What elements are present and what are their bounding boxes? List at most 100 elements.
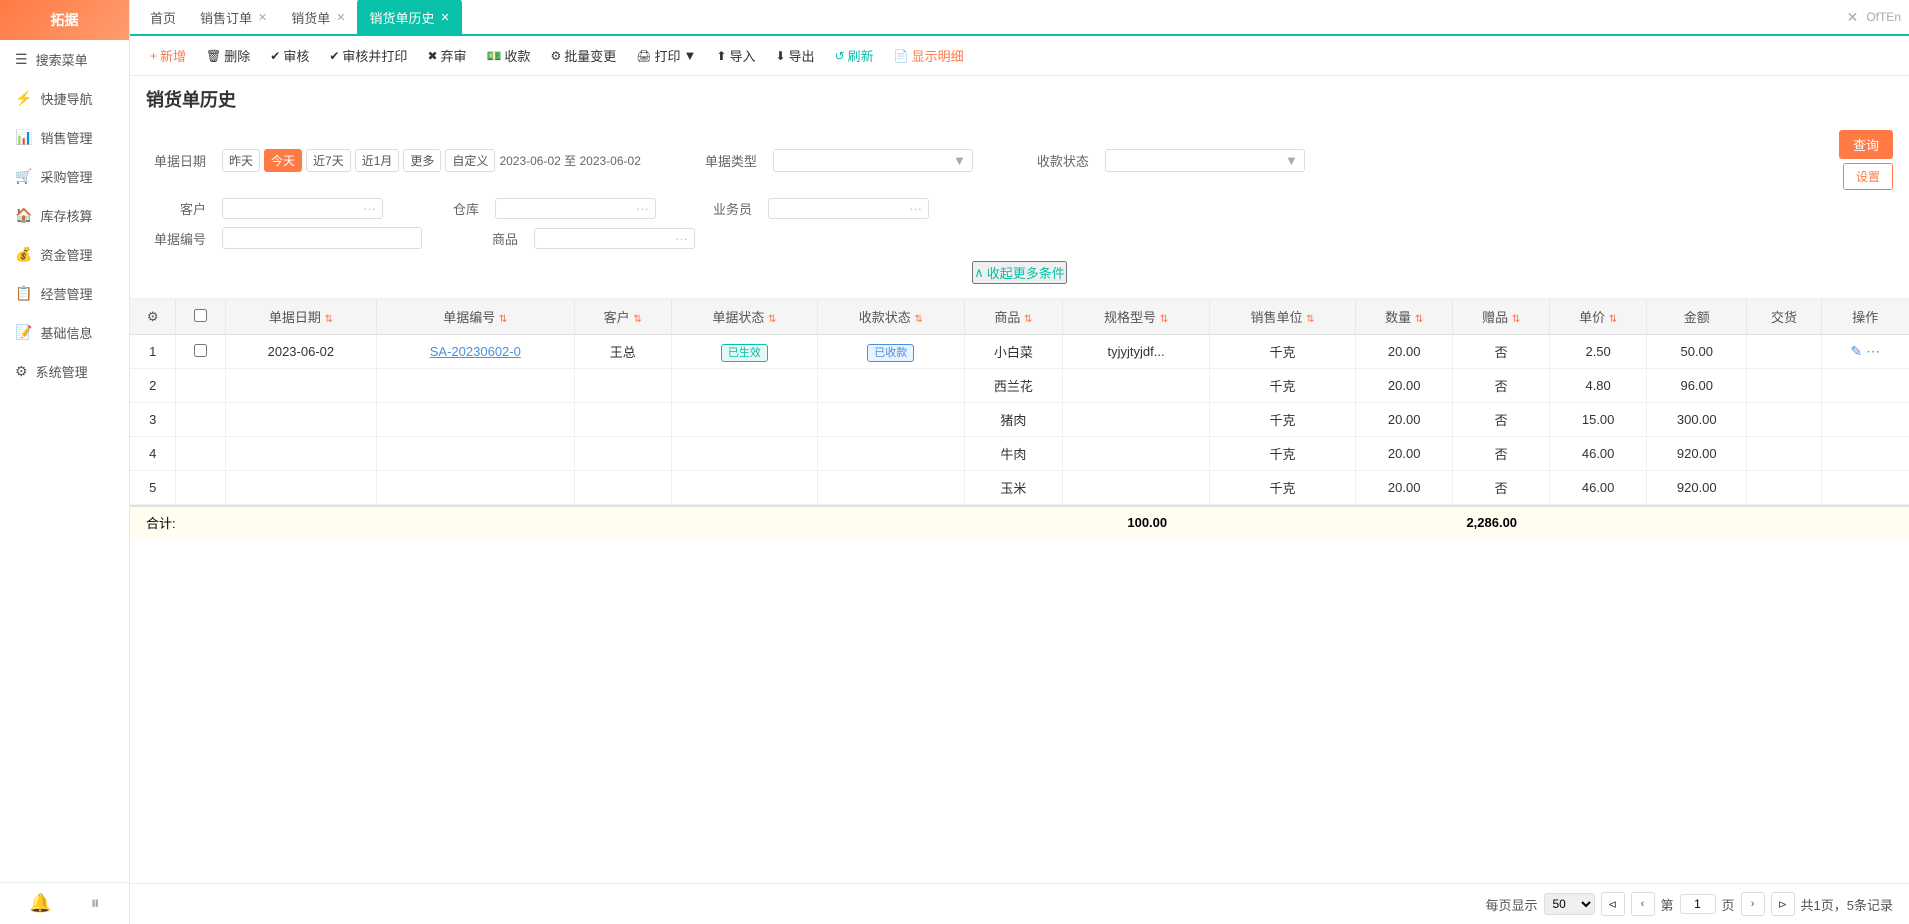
discard-button[interactable]: ✖ 弃审	[419, 42, 474, 69]
doc-status-sort-icon: ⇅	[768, 314, 776, 325]
cell-checkbox[interactable]	[176, 335, 225, 369]
select-all-checkbox[interactable]	[194, 309, 207, 322]
col-unit-label: 销售单位	[1250, 310, 1302, 325]
cell-qty: 20.00	[1356, 471, 1453, 505]
col-unit-price[interactable]: 单价 ⇅	[1550, 299, 1647, 335]
print-button[interactable]: 🖨 打印 ▼	[628, 42, 704, 69]
salesperson-input[interactable]	[775, 202, 905, 216]
notification-icon[interactable]: 🔔	[29, 893, 51, 914]
col-payment-status[interactable]: 收款状态 ⇅	[818, 299, 964, 335]
query-button[interactable]: 查询	[1839, 130, 1893, 159]
col-qty-label: 数量	[1385, 310, 1411, 325]
collapse-button[interactable]: ∧ 收起更多条件	[972, 261, 1067, 284]
review-print-button[interactable]: ✔ 审核并打印	[321, 42, 415, 69]
col-doc-date[interactable]: 单据日期 ⇅	[225, 299, 376, 335]
cell-unit: 千克	[1209, 471, 1355, 505]
tab-sales-delivery-close[interactable]: ✕	[336, 11, 345, 24]
date-btn-7days[interactable]: 近7天	[306, 149, 351, 172]
cell-unit-price: 4.80	[1550, 369, 1647, 403]
cell-checkbox[interactable]	[176, 369, 225, 403]
goods-dots-icon[interactable]: ···	[675, 231, 688, 246]
salesperson-dots-icon[interactable]: ···	[909, 201, 922, 216]
import-button[interactable]: ⬆ 导入	[708, 42, 763, 69]
tab-sales-history-close[interactable]: ✕	[441, 11, 450, 24]
col-goods[interactable]: 商品 ⇅	[964, 299, 1063, 335]
page-size-select[interactable]: 20 50 100	[1544, 893, 1595, 915]
tab-sales-order-close[interactable]: ✕	[258, 11, 267, 24]
col-settings[interactable]: ⚙	[130, 299, 176, 335]
doc-date-sort-icon: ⇅	[324, 314, 332, 325]
tab-sales-delivery[interactable]: 销货单 ✕	[279, 0, 357, 35]
doc-type-select[interactable]: ▼	[773, 149, 973, 172]
next-page-button[interactable]: ›	[1741, 892, 1765, 916]
col-spec-label: 规格型号	[1104, 310, 1156, 325]
collect-button[interactable]: 💵 收款	[479, 42, 539, 69]
col-spec[interactable]: 规格型号 ⇅	[1063, 299, 1209, 335]
review-button[interactable]: ✔ 审核	[262, 42, 317, 69]
pause-icon[interactable]: ⏸	[91, 893, 100, 914]
export-button[interactable]: ⬇ 导出	[767, 42, 822, 69]
batch-change-button[interactable]: ⚙ 批量变更	[542, 42, 624, 69]
sidebar-item-sales-mgmt[interactable]: 📊 销售管理	[0, 118, 129, 157]
show-detail-button[interactable]: 📄 显示明细	[886, 42, 972, 69]
first-page-button[interactable]: ⊲	[1601, 892, 1625, 916]
last-page-button[interactable]: ⊳	[1771, 892, 1795, 916]
warehouse-dots-icon[interactable]: ···	[636, 201, 649, 216]
date-btn-more[interactable]: 更多	[403, 149, 441, 172]
tab-home[interactable]: 首页	[138, 0, 188, 35]
date-btn-1month[interactable]: 近1月	[355, 149, 400, 172]
cell-gift: 否	[1453, 471, 1550, 505]
customer-dots-icon[interactable]: ···	[363, 201, 376, 216]
sidebar-item-quick-nav[interactable]: ⚡ 快捷导航	[0, 79, 129, 118]
col-checkbox[interactable]	[176, 299, 225, 335]
cell-doc-status	[671, 471, 817, 505]
cell-checkbox[interactable]	[176, 471, 225, 505]
refresh-button[interactable]: ↺ 刷新	[827, 42, 882, 69]
sidebar-item-inventory[interactable]: 🏠 库存核算	[0, 196, 129, 235]
sidebar-item-system-mgmt[interactable]: ⚙ 系统管理	[0, 352, 129, 391]
sidebar-item-purchase-mgmt[interactable]: 🛒 采购管理	[0, 157, 129, 196]
more-icon[interactable]: ⋯	[1866, 343, 1880, 359]
cell-checkbox[interactable]	[176, 403, 225, 437]
new-button[interactable]: + 新增	[142, 42, 194, 69]
customer-input[interactable]	[229, 202, 359, 216]
page-size-label: 每页显示	[1485, 895, 1537, 914]
date-btn-custom[interactable]: 自定义	[445, 149, 495, 172]
cell-doc-no	[376, 369, 574, 403]
col-customer[interactable]: 客户 ⇅	[574, 299, 671, 335]
cell-spec	[1063, 471, 1209, 505]
date-btn-yesterday[interactable]: 昨天	[222, 149, 260, 172]
query-area: 查询 设置	[1839, 130, 1893, 190]
tab-sales-history[interactable]: 销货单历史 ✕	[357, 0, 461, 35]
goods-input[interactable]	[541, 231, 671, 245]
doc-no-input[interactable]	[222, 227, 422, 249]
prev-page-button[interactable]: ‹	[1631, 892, 1655, 916]
edit-icon[interactable]: ✎	[1850, 343, 1862, 359]
col-doc-no[interactable]: 单据编号 ⇅	[376, 299, 574, 335]
payment-status-select[interactable]: ▼	[1105, 149, 1305, 172]
sidebar-item-operation[interactable]: 📋 经营管理	[0, 274, 129, 313]
col-unit[interactable]: 销售单位 ⇅	[1209, 299, 1355, 335]
row-checkbox[interactable]	[194, 344, 207, 357]
page-number-input[interactable]	[1680, 894, 1716, 914]
col-doc-status[interactable]: 单据状态 ⇅	[671, 299, 817, 335]
sidebar-item-search-menu[interactable]: ☰ 搜索菜单	[0, 40, 129, 79]
sidebar-item-finance[interactable]: 💰 资金管理	[0, 235, 129, 274]
sidebar-item-label: 基础信息	[40, 323, 92, 342]
delete-button[interactable]: 🗑 删除	[198, 42, 258, 69]
col-qty[interactable]: 数量 ⇅	[1356, 299, 1453, 335]
col-gift[interactable]: 赠品 ⇅	[1453, 299, 1550, 335]
setting-button[interactable]: 设置	[1843, 163, 1893, 190]
payment-status-sort-icon: ⇅	[914, 314, 922, 325]
purchase-mgmt-icon: 🛒	[15, 168, 32, 185]
close-all-button[interactable]: ✕	[1847, 9, 1859, 26]
cell-payment-status	[818, 369, 964, 403]
doc-no-link[interactable]: SA-20230602-0	[430, 344, 521, 359]
cell-doc-date	[225, 403, 376, 437]
tab-sales-order[interactable]: 销售订单 ✕	[188, 0, 279, 35]
cell-checkbox[interactable]	[176, 437, 225, 471]
sidebar-item-basic-info[interactable]: 📝 基础信息	[0, 313, 129, 352]
warehouse-input[interactable]	[502, 202, 632, 216]
cell-transaction	[1747, 335, 1821, 369]
date-btn-today[interactable]: 今天	[264, 149, 302, 172]
